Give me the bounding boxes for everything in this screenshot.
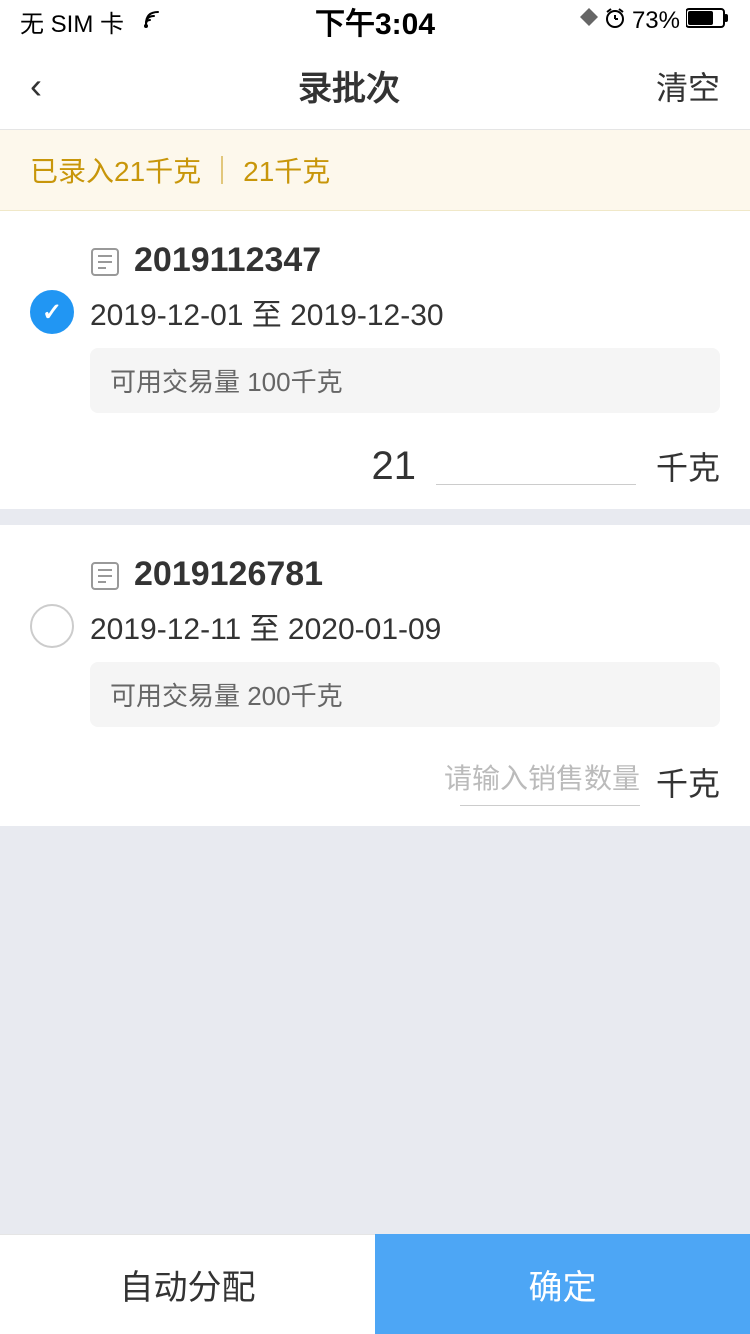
location-icon [580,7,598,35]
page-title: 录批次 [298,61,400,110]
section-divider-1 [0,509,750,525]
batch2-date-row[interactable]: 2019-12-11 至 2020-01-09 [30,604,720,648]
wifi-icon [132,7,160,35]
info-banner: 已录入21千克 21千克 [0,130,750,211]
nav-bar: ‹ 录批次 清空 [0,42,750,130]
doc-icon-1 [90,244,126,278]
batch1-id: 2019112347 [134,241,321,280]
battery-icon [686,7,730,36]
batch1-header: 2019112347 [30,241,720,280]
bottom-bar: 自动分配 确定 [0,1234,750,1334]
alarm-icon [604,7,626,36]
batch2-input-wrapper[interactable]: 请输入销售数量 [444,757,640,806]
batch1-date: 2019-12-01 至 2019-12-30 [90,290,444,334]
qty-divider [436,484,636,485]
doc-icon-2 [90,558,126,592]
status-right: 73% [580,7,730,36]
confirm-button[interactable]: 确定 [375,1234,750,1334]
back-button[interactable]: ‹ [30,65,42,107]
total-label: 21千克 [243,150,330,190]
batch2-header: 2019126781 [30,555,720,594]
battery-percent: 73% [632,7,680,35]
batch2-input-placeholder: 请输入销售数量 [444,757,640,803]
banner-divider [221,156,223,184]
batch1-available: 可用交易量 100千克 [90,348,720,413]
batch2-unit: 千克 [656,759,720,805]
batch2-input-row: 请输入销售数量 千克 [0,737,750,826]
batch2-input-underline [460,805,640,806]
status-time: 下午3:04 [315,0,435,43]
recorded-label: 已录入21千克 [30,150,201,190]
batch2-id: 2019126781 [134,555,323,594]
batch2-radio[interactable] [30,604,74,648]
batch2-available: 可用交易量 200千克 [90,662,720,727]
batch2-date: 2019-12-11 至 2020-01-09 [90,604,441,648]
auto-distribute-button[interactable]: 自动分配 [0,1234,375,1334]
batch1-date-row[interactable]: 2019-12-01 至 2019-12-30 [30,290,720,334]
status-left: 无 SIM 卡 [20,4,160,39]
sim-text: 无 SIM 卡 [20,4,124,39]
batch1-unit: 千克 [656,443,720,489]
batch2-card: 2019126781 2019-12-11 至 2020-01-09 可用交易量… [0,525,750,737]
clear-button[interactable]: 清空 [656,63,720,109]
batch1-quantity-value: 21 [371,444,416,489]
batch1-card: 2019112347 2019-12-01 至 2019-12-30 可用交易量… [0,211,750,423]
batch1-radio[interactable] [30,290,74,334]
batch1-quantity-row: 21 千克 [0,423,750,509]
status-bar: 无 SIM 卡 下午3:04 73% [0,0,750,42]
